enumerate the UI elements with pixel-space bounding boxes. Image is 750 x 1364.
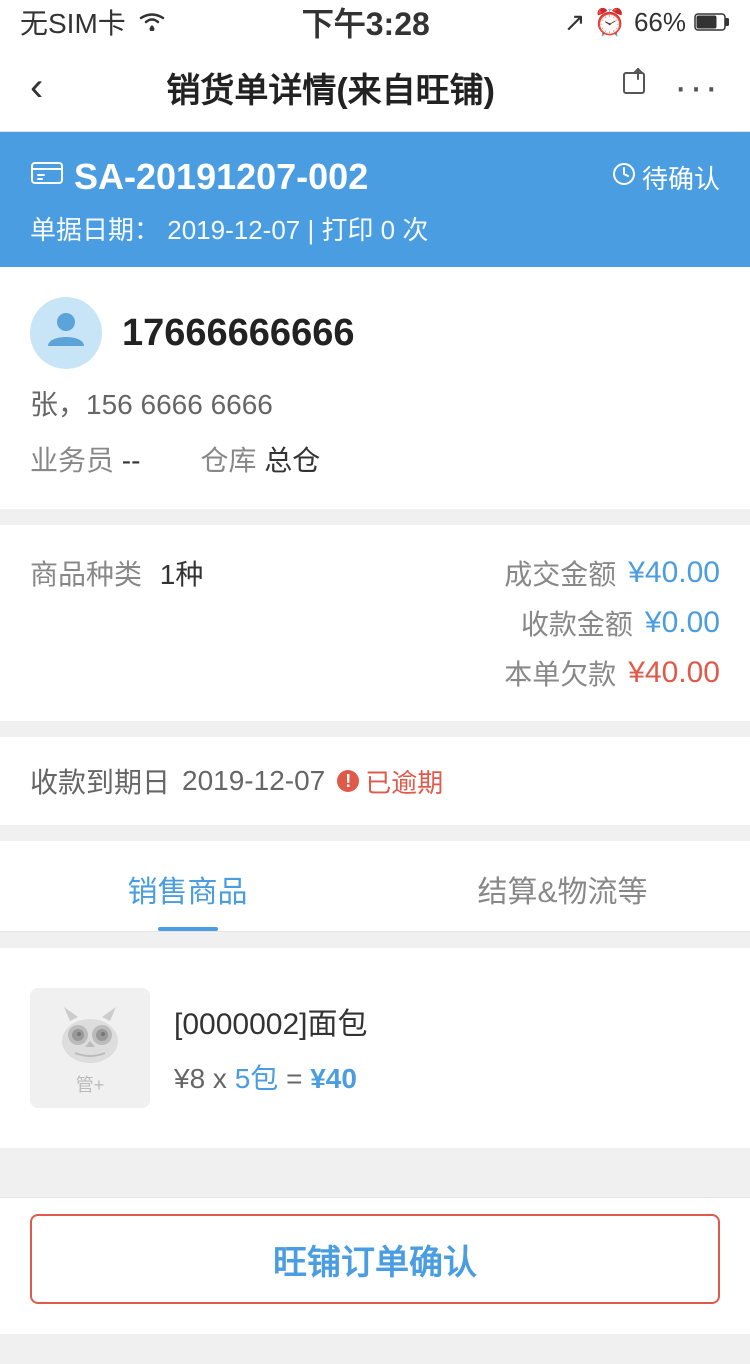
product-item: 管+ [0000002]面包 ¥8 x 5包 = ¥40	[30, 968, 720, 1128]
battery-level: 66%	[634, 7, 686, 38]
collected-row: 收款金额 ¥0.00	[521, 603, 720, 643]
product-info: [0000002]面包 ¥8 x 5包 = ¥40	[174, 999, 720, 1097]
product-thumbnail: 管+	[30, 988, 150, 1108]
person-icon	[44, 306, 88, 361]
customer-phone: 17666666666	[122, 312, 354, 355]
price-qty: 5包	[235, 1063, 279, 1094]
due-section: 收款到期日 2019-12-07 ! 已逾期	[0, 737, 750, 825]
tabs-bar: 销售商品 结算&物流等	[0, 841, 750, 932]
overdue-icon: !	[337, 770, 359, 792]
salesman-field: 业务员 --	[30, 439, 140, 479]
price-text: ¥8 x	[174, 1063, 235, 1094]
order-icon	[30, 159, 64, 195]
more-icon[interactable]: ···	[674, 65, 720, 110]
customer-meta: 业务员 -- 仓库 总仓	[30, 439, 720, 479]
time-display: 下午3:28	[302, 0, 430, 45]
nav-bar: ‹ 销货单详情(来自旺铺) ···	[0, 44, 750, 132]
debt-label: 本单欠款	[504, 653, 616, 693]
tab-sales-products[interactable]: 销售商品	[0, 841, 375, 931]
product-kind-value: 1种	[160, 559, 204, 590]
page-title: 销货单详情(来自旺铺)	[166, 63, 495, 112]
due-date-label: 收款到期日	[30, 761, 170, 801]
order-status: 待确认	[612, 159, 720, 196]
order-number: SA-20191207-002	[74, 156, 368, 198]
warehouse-label: 仓库	[200, 445, 256, 476]
debt-value: ¥40.00	[628, 656, 720, 690]
bottom-bar: 旺铺订单确认	[0, 1197, 750, 1334]
transaction-value: ¥40.00	[628, 556, 720, 590]
overdue-text: 已逾期	[365, 763, 443, 800]
transaction-row: 成交金额 ¥40.00	[504, 553, 720, 593]
tab-settlement-logistics[interactable]: 结算&物流等	[375, 841, 750, 931]
warehouse-field: 仓库 总仓	[200, 439, 320, 479]
nav-actions: ···	[618, 65, 720, 110]
summary-left: 商品种类 1种	[30, 553, 203, 593]
summary-section: 商品种类 1种 成交金额 ¥40.00 收款金额 ¥0.00 本单欠款 ¥40.…	[0, 525, 750, 721]
product-price: ¥8 x 5包 = ¥40	[174, 1057, 720, 1097]
product-name: [0000002]面包	[174, 999, 720, 1043]
due-date-value: 2019-12-07	[182, 765, 325, 797]
collected-label: 收款金额	[521, 603, 633, 643]
summary-right: 成交金额 ¥40.00 收款金额 ¥0.00 本单欠款 ¥40.00	[504, 553, 720, 693]
product-kind-field: 商品种类 1种	[30, 553, 203, 593]
salesman-label: 业务员	[30, 445, 114, 476]
salesman-value: --	[122, 445, 141, 476]
wifi-icon	[136, 6, 168, 38]
order-header: SA-20191207-002 待确认 单据日期： 2019-12-07 | 打…	[0, 132, 750, 267]
confirm-order-button[interactable]: 旺铺订单确认	[30, 1214, 720, 1304]
warehouse-value: 总仓	[264, 445, 320, 476]
price-total: ¥40	[310, 1063, 357, 1094]
debt-row: 本单欠款 ¥40.00	[504, 653, 720, 693]
status-right: ↗ ⏰ 66%	[564, 7, 730, 38]
sim-label: 无SIM卡	[20, 2, 126, 42]
product-section: 管+ [0000002]面包 ¥8 x 5包 = ¥40	[0, 948, 750, 1148]
alarm-icon: ⏰	[594, 7, 626, 38]
customer-name: 张，156 6666 6666	[30, 383, 720, 423]
overdue-badge: ! 已逾期	[337, 763, 443, 800]
back-button[interactable]: ‹	[30, 65, 43, 110]
collected-value: ¥0.00	[645, 606, 720, 640]
order-date-line: 单据日期： 2019-12-07 | 打印 0 次	[30, 210, 720, 247]
status-bar: 无SIM卡 下午3:28 ↗ ⏰ 66%	[0, 0, 750, 44]
battery-icon	[694, 7, 730, 38]
customer-section: 17666666666 张，156 6666 6666 业务员 -- 仓库 总仓	[0, 267, 750, 509]
avatar	[30, 297, 102, 369]
navigation-icon: ↗	[564, 7, 586, 38]
status-text: 待确认	[642, 159, 720, 196]
product-kind-label: 商品种类	[30, 559, 142, 590]
status-left: 无SIM卡	[20, 2, 168, 42]
share-icon[interactable]	[618, 67, 650, 108]
price-separator: =	[286, 1063, 310, 1094]
product-brand-label: 管+	[76, 1071, 105, 1097]
transaction-label: 成交金额	[504, 553, 616, 593]
clock-icon	[612, 162, 636, 193]
